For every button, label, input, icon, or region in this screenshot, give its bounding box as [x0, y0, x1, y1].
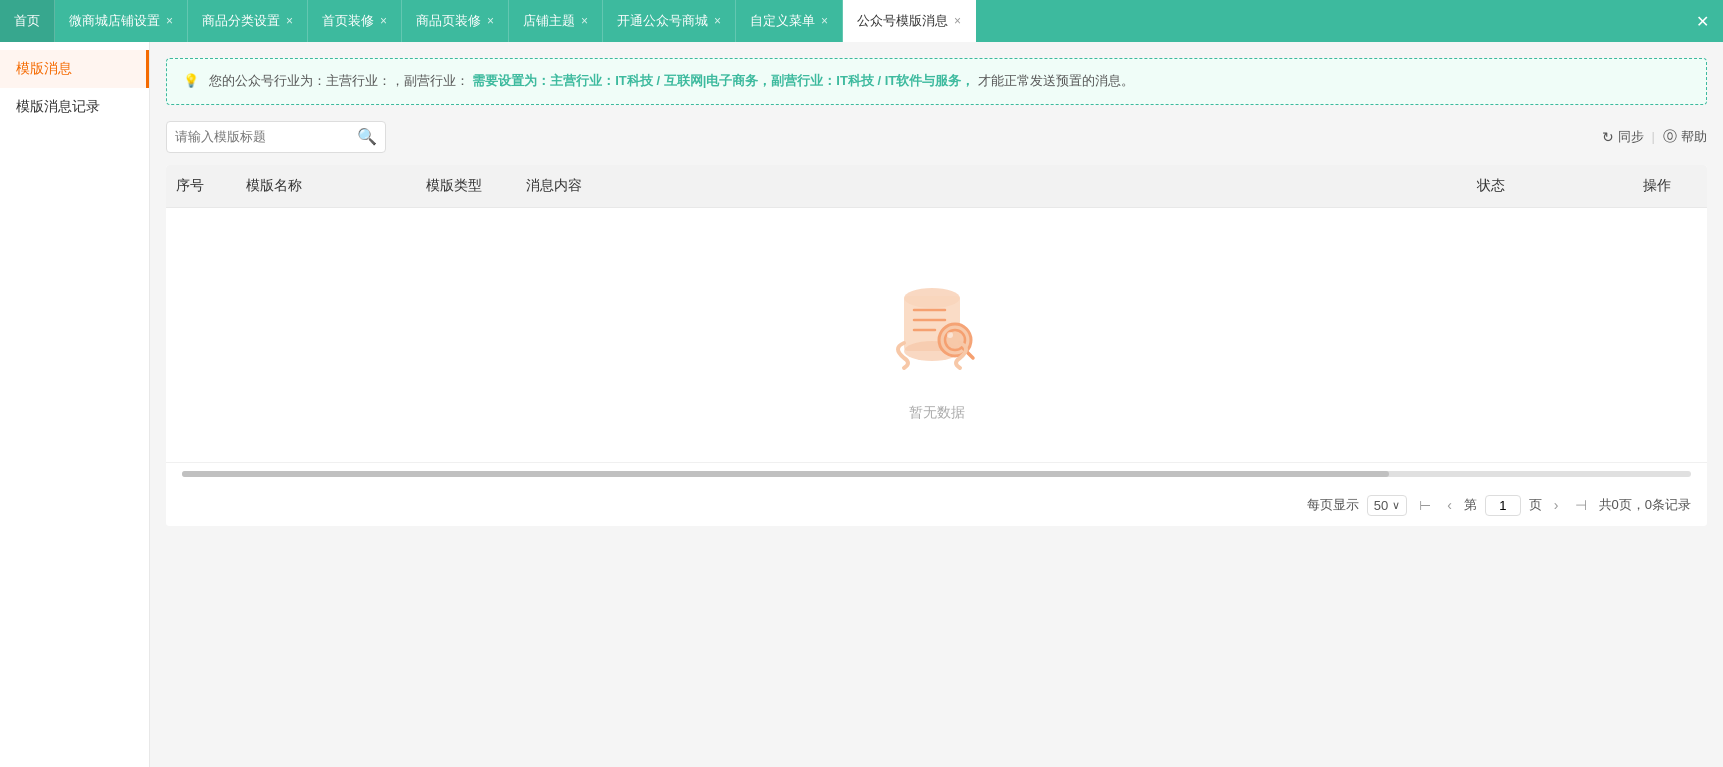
next-page-button[interactable]: › — [1550, 495, 1563, 515]
sync-button[interactable]: ↻ 同步 — [1602, 128, 1644, 146]
tab-close-custom-menu[interactable]: × — [821, 14, 828, 28]
tab-custom-menu[interactable]: 自定义菜单 × — [736, 0, 843, 42]
svg-point-9 — [947, 332, 953, 338]
tab-close-shop-theme[interactable]: × — [581, 14, 588, 28]
current-page-input[interactable] — [1485, 495, 1521, 516]
last-page-button[interactable]: ⊣ — [1571, 495, 1591, 515]
table-header: 序号 模版名称 模版类型 消息内容 状态 操作 — [166, 165, 1707, 208]
tab-bar-close-icon[interactable]: ✕ — [1682, 12, 1723, 31]
data-table: 序号 模版名称 模版类型 消息内容 状态 操作 — [166, 165, 1707, 526]
toolbar-right: ↻ 同步 | ⓪ 帮助 — [1602, 128, 1707, 146]
tab-template-msg[interactable]: 公众号模版消息 × — [843, 0, 976, 42]
page-prefix: 第 — [1464, 496, 1477, 514]
search-button[interactable]: 🔍 — [357, 127, 377, 146]
tab-shop-settings[interactable]: 微商城店铺设置 × — [55, 0, 188, 42]
search-input-wrap: 🔍 — [166, 121, 386, 153]
tab-close-open-mall[interactable]: × — [714, 14, 721, 28]
tab-home[interactable]: 首页 — [0, 0, 55, 42]
help-icon: ⓪ — [1663, 128, 1677, 146]
search-input[interactable] — [175, 129, 357, 144]
empty-text: 暂无数据 — [909, 404, 965, 422]
tab-bar: 首页 微商城店铺设置 × 商品分类设置 × 首页装修 × 商品页装修 × 店铺主… — [0, 0, 1723, 42]
chevron-down-icon: ∨ — [1392, 499, 1400, 512]
content-area: 💡 您的公众号行业为：主营行业：，副营行业： 需要设置为：主营行业：IT科技 /… — [150, 42, 1723, 767]
pagination: 每页显示 50 ∨ ⊢ ‹ 第 页 › ⊣ 共0页，0条记录 — [166, 485, 1707, 526]
tab-category-settings[interactable]: 商品分类设置 × — [188, 0, 308, 42]
page-unit: 页 — [1529, 496, 1542, 514]
total-label: 共0页，0条记录 — [1599, 496, 1691, 514]
tab-product-decor[interactable]: 商品页装修 × — [402, 0, 509, 42]
sync-icon: ↻ — [1602, 129, 1614, 145]
search-bar: 🔍 ↻ 同步 | ⓪ 帮助 — [166, 121, 1707, 153]
main-layout: 模版消息 模版消息记录 💡 您的公众号行业为：主营行业：，副营行业： 需要设置为… — [0, 42, 1723, 767]
col-action: 操作 — [1607, 165, 1707, 207]
first-page-button[interactable]: ⊢ — [1415, 495, 1435, 515]
tab-close-product-decor[interactable]: × — [487, 14, 494, 28]
col-type: 模版类型 — [416, 165, 516, 207]
scrollbar-track[interactable] — [182, 471, 1691, 477]
empty-state: 暂无数据 — [166, 208, 1707, 462]
notice-icon: 💡 — [183, 73, 199, 88]
col-seq: 序号 — [166, 165, 236, 207]
tab-home-decor[interactable]: 首页装修 × — [308, 0, 402, 42]
tab-close-category-settings[interactable]: × — [286, 14, 293, 28]
tab-close-home-decor[interactable]: × — [380, 14, 387, 28]
scrollbar-thumb — [182, 471, 1389, 477]
page-size-select[interactable]: 50 ∨ — [1367, 495, 1407, 516]
col-content: 消息内容 — [516, 165, 1467, 207]
tab-shop-theme[interactable]: 店铺主题 × — [509, 0, 603, 42]
sidebar-item-template-msg[interactable]: 模版消息 — [0, 50, 149, 88]
page-size-value: 50 — [1374, 498, 1388, 513]
col-status: 状态 — [1467, 165, 1607, 207]
sidebar: 模版消息 模版消息记录 — [0, 42, 150, 767]
tab-close-template-msg[interactable]: × — [954, 14, 961, 28]
prev-page-button[interactable]: ‹ — [1443, 495, 1456, 515]
notice-banner: 💡 您的公众号行业为：主营行业：，副营行业： 需要设置为：主营行业：IT科技 /… — [166, 58, 1707, 105]
tab-open-mall[interactable]: 开通公众号商城 × — [603, 0, 736, 42]
col-name: 模版名称 — [236, 165, 416, 207]
help-button[interactable]: ⓪ 帮助 — [1663, 128, 1707, 146]
sidebar-item-template-record[interactable]: 模版消息记录 — [0, 88, 149, 126]
scrollbar-row — [166, 462, 1707, 485]
empty-illustration — [877, 268, 997, 388]
toolbar-divider: | — [1652, 129, 1655, 144]
page-size-label: 每页显示 — [1307, 496, 1359, 514]
tab-close-shop-settings[interactable]: × — [166, 14, 173, 28]
